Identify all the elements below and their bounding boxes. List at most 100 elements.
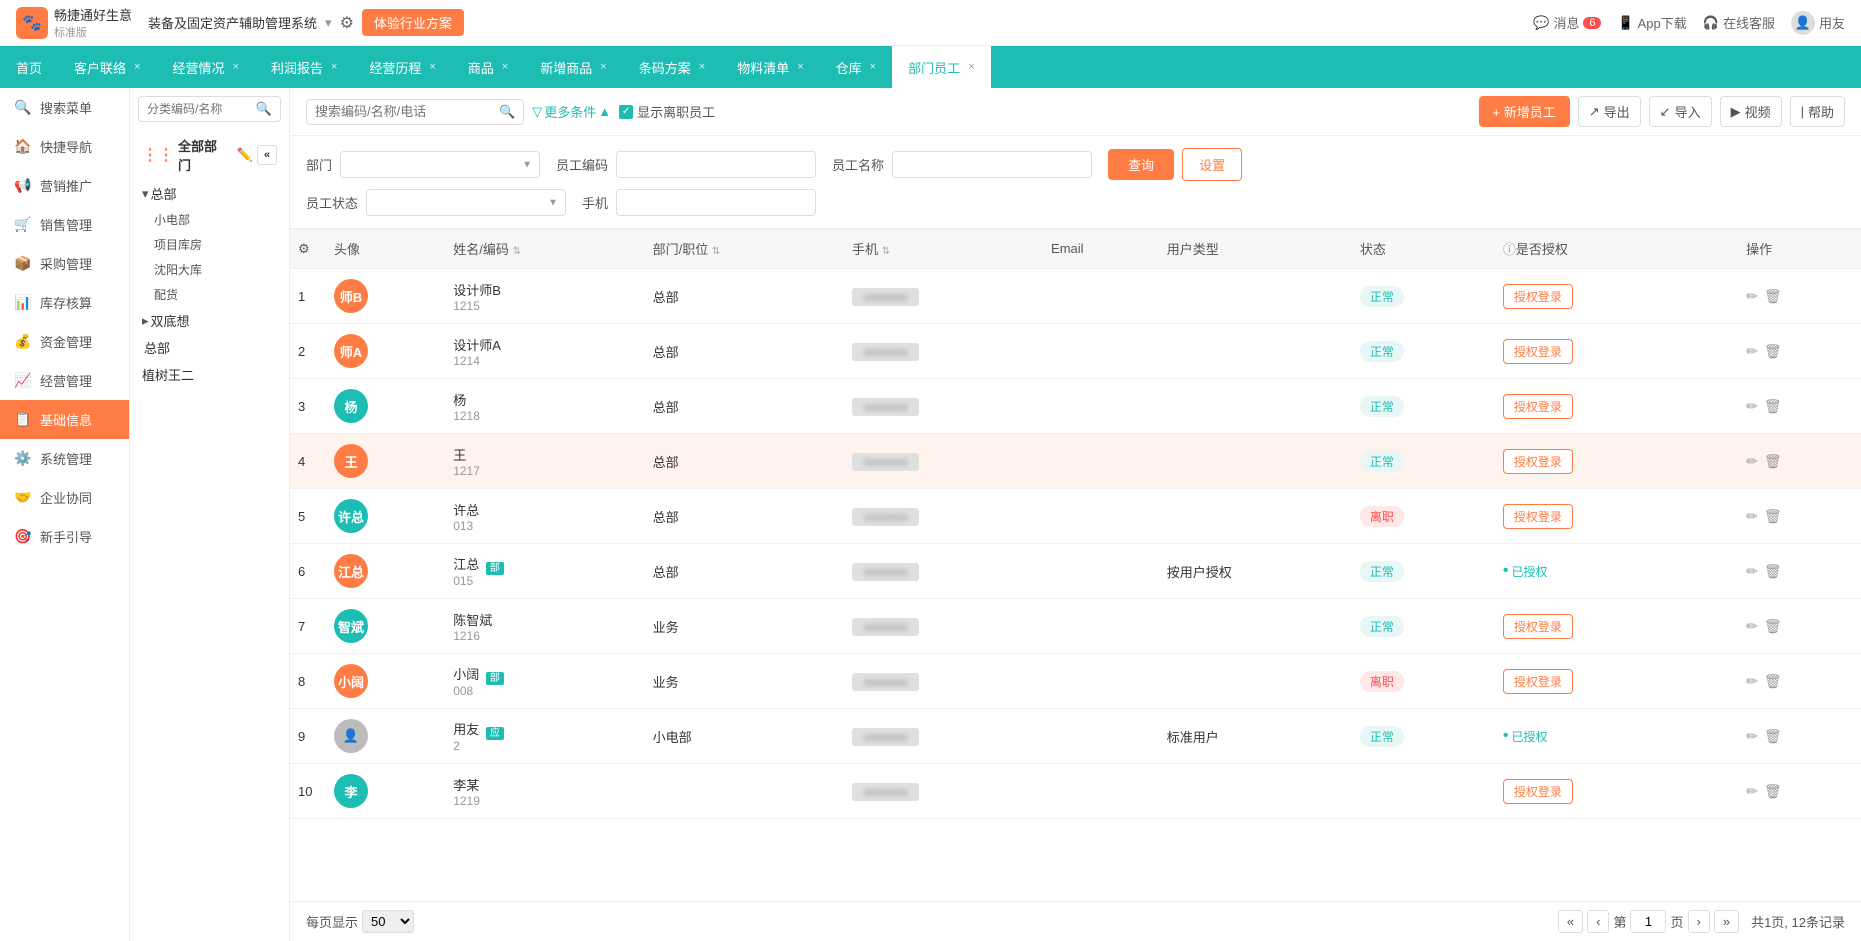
sidebar-item-basic[interactable]: 📋基础信息 (0, 400, 129, 439)
delete-btn[interactable]: 🗑 (1764, 563, 1782, 580)
nav-tab-首页[interactable]: 首页 (0, 46, 58, 88)
sidebar-item-purchase[interactable]: 📦采购管理 (0, 244, 129, 283)
nav-tab-经营历程[interactable]: 经营历程× (353, 46, 451, 88)
emp-name-input[interactable] (892, 151, 1092, 178)
edit-btn[interactable]: ✏ (1746, 508, 1758, 525)
sidebar-item-operation[interactable]: 📈经营管理 (0, 361, 129, 400)
delete-btn[interactable]: 🗑 (1764, 783, 1782, 800)
dept-group-zongbu[interactable]: ▾ 总部 小电部 项目库房 沈阳大库 配货 (138, 180, 281, 307)
chevron-down-icon[interactable]: ▾ (325, 15, 332, 31)
gear-icon[interactable]: ⚙ (340, 13, 354, 33)
close-tab-icon[interactable]: × (870, 61, 876, 73)
close-tab-icon[interactable]: × (600, 61, 606, 73)
sidebar-item-search[interactable]: 🔍搜索菜单 (0, 88, 129, 127)
th-name[interactable]: 姓名/编码 ⇅ (445, 229, 644, 269)
close-tab-icon[interactable]: × (429, 61, 435, 73)
sidebar-item-finance[interactable]: 💰资金管理 (0, 322, 129, 361)
auth-btn[interactable]: 授权登录 (1503, 779, 1573, 804)
auth-btn[interactable]: 授权登录 (1503, 339, 1573, 364)
auth-btn[interactable]: 授权登录 (1503, 504, 1573, 529)
edit-btn[interactable]: ✏ (1746, 673, 1758, 690)
delete-btn[interactable]: 🗑 (1764, 618, 1782, 635)
user-btn[interactable]: 👤 用友 (1791, 11, 1845, 35)
edit-icon[interactable]: ✏️ (237, 147, 253, 163)
edit-btn[interactable]: ✏ (1746, 728, 1758, 745)
delete-btn[interactable]: 🗑 (1764, 508, 1782, 525)
dept-select[interactable] (340, 151, 540, 178)
page-input[interactable] (1630, 910, 1666, 933)
message-btn[interactable]: 💬 消息 6 (1533, 13, 1601, 32)
dept-group-zhishu[interactable]: 植树王二 (138, 361, 281, 388)
phone-input[interactable] (616, 189, 816, 216)
nav-tab-条码方案[interactable]: 条码方案× (623, 46, 721, 88)
edit-btn[interactable]: ✏ (1746, 343, 1758, 360)
dept-group-shuangdi[interactable]: ▸ 双底想 (138, 307, 281, 334)
delete-btn[interactable]: 🗑 (1764, 288, 1782, 305)
nav-tab-物料清单[interactable]: 物料清单× (721, 46, 819, 88)
next-page-btn[interactable]: › (1688, 910, 1710, 933)
edit-btn[interactable]: ✏ (1746, 288, 1758, 305)
import-button[interactable]: ↙ 导入 (1649, 96, 1712, 127)
prev-page-btn[interactable]: ‹ (1587, 910, 1609, 933)
show-resigned-toggle[interactable]: ✓ 显示离职员工 (619, 102, 715, 121)
close-tab-icon[interactable]: × (797, 61, 803, 73)
th-dept[interactable]: 部门/职位 ⇅ (645, 229, 844, 269)
app-download-btn[interactable]: 📱 App下载 (1617, 13, 1686, 32)
search-button[interactable]: 查询 (1108, 149, 1174, 180)
auth-btn[interactable]: 授权登录 (1503, 284, 1573, 309)
edit-btn[interactable]: ✏ (1746, 783, 1758, 800)
emp-code-input[interactable] (616, 151, 816, 178)
more-filter-btn[interactable]: ▽ 更多条件 ▲ (532, 102, 611, 121)
edit-btn[interactable]: ✏ (1746, 398, 1758, 415)
close-tab-icon[interactable]: × (232, 61, 238, 73)
help-button[interactable]: | 帮助 (1790, 96, 1845, 127)
first-page-btn[interactable]: « (1558, 910, 1583, 933)
set-button[interactable]: 设置 (1182, 148, 1242, 181)
dept-group-zongbu2[interactable]: 总部 (138, 334, 281, 361)
view-button[interactable]: ▶ 视频 (1720, 96, 1782, 127)
auth-btn[interactable]: 授权登录 (1503, 449, 1573, 474)
add-employee-button[interactable]: + 新增员工 (1479, 96, 1570, 127)
nav-tab-部门员工[interactable]: 部门员工× (892, 46, 990, 88)
sidebar-item-system[interactable]: ⚙️系统管理 (0, 439, 129, 478)
dept-child-xiaodian[interactable]: 小电部 (138, 207, 281, 232)
edit-btn[interactable]: ✏ (1746, 563, 1758, 580)
status-select[interactable] (366, 189, 566, 216)
sidebar-item-guide[interactable]: 🎯新手引导 (0, 517, 129, 556)
dept-search-input[interactable] (147, 102, 252, 116)
delete-btn[interactable]: 🗑 (1764, 343, 1782, 360)
dept-child-shenyang[interactable]: 沈阳大库 (138, 257, 281, 282)
dept-child-peihuo[interactable]: 配货 (138, 282, 281, 307)
search-input[interactable] (315, 104, 495, 119)
delete-btn[interactable]: 🗑 (1764, 398, 1782, 415)
dept-child-xiangmu[interactable]: 项目库房 (138, 232, 281, 257)
th-settings[interactable]: ⚙ (290, 229, 326, 269)
close-tab-icon[interactable]: × (134, 61, 140, 73)
nav-tab-经营情况[interactable]: 经营情况× (156, 46, 254, 88)
edit-btn[interactable]: ✏ (1746, 618, 1758, 635)
auth-btn[interactable]: 授权登录 (1503, 614, 1573, 639)
dept-all-item[interactable]: ⋮⋮ 全部部门 ✏️ « (138, 130, 281, 180)
nav-tab-商品[interactable]: 商品× (452, 46, 524, 88)
edit-btn[interactable]: ✏ (1746, 453, 1758, 470)
close-tab-icon[interactable]: × (331, 61, 337, 73)
page-size-select[interactable]: 50 100 200 (362, 910, 414, 933)
nav-tab-客户联络[interactable]: 客户联络× (58, 46, 156, 88)
delete-btn[interactable]: 🗑 (1764, 453, 1782, 470)
auth-btn[interactable]: 授权登录 (1503, 394, 1573, 419)
sidebar-item-inventory[interactable]: 📊库存核算 (0, 283, 129, 322)
resigned-checkbox[interactable]: ✓ (619, 105, 633, 119)
sidebar-item-sales[interactable]: 🛒销售管理 (0, 205, 129, 244)
auth-btn[interactable]: 授权登录 (1503, 669, 1573, 694)
close-tab-icon[interactable]: × (502, 61, 508, 73)
nav-tab-新增商品[interactable]: 新增商品× (524, 46, 622, 88)
close-tab-icon[interactable]: × (968, 61, 974, 73)
nav-tab-利润报告[interactable]: 利润报告× (255, 46, 353, 88)
delete-btn[interactable]: 🗑 (1764, 673, 1782, 690)
th-phone[interactable]: 手机 ⇅ (844, 229, 1043, 269)
close-tab-icon[interactable]: × (699, 61, 705, 73)
last-page-btn[interactable]: » (1714, 910, 1739, 933)
export-button[interactable]: ↗ 导出 (1578, 96, 1641, 127)
online-service-btn[interactable]: 🎧 在线客服 (1703, 13, 1775, 32)
delete-btn[interactable]: 🗑 (1764, 728, 1782, 745)
